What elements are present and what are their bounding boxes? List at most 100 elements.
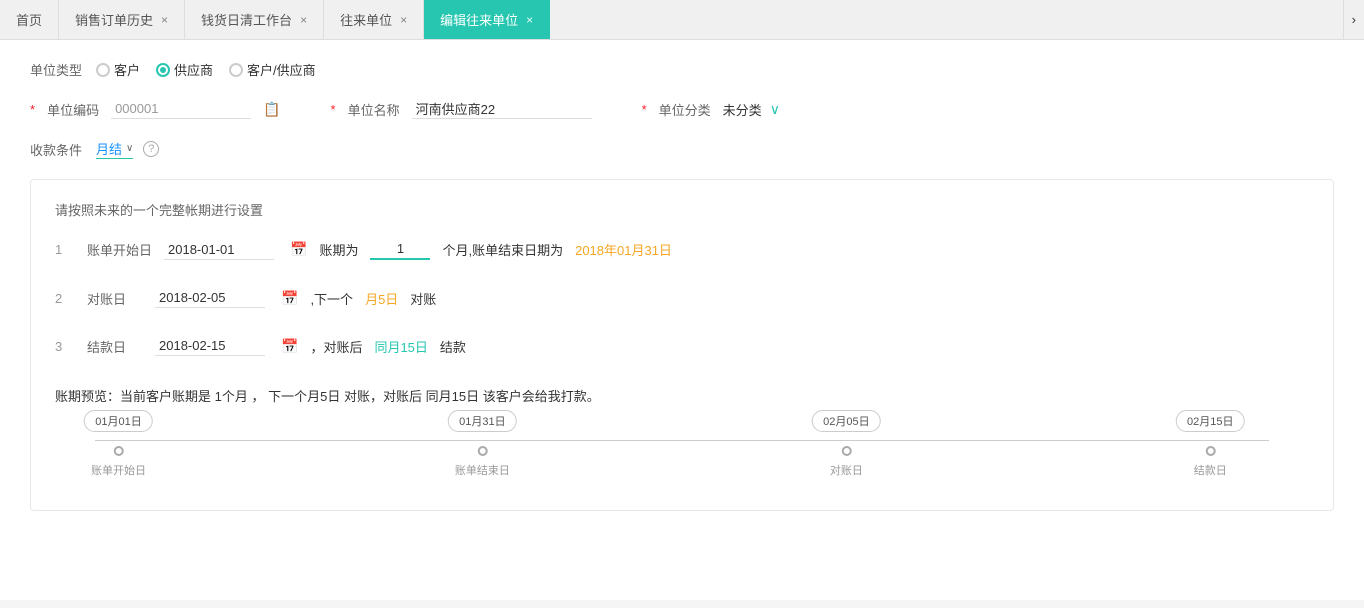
row-3-calendar-icon[interactable]: 📅 <box>281 338 298 355</box>
preview-part2: 下一个月5日 <box>268 389 340 404</box>
preview-suffix: 该客户会给我打款。 <box>483 389 600 404</box>
timeline-badge-2: 02月05日 <box>812 410 880 432</box>
preview-comma1: ， <box>252 389 265 404</box>
row-2-highlight-period: 月5日 <box>365 289 398 308</box>
timeline-dot-0 <box>113 446 123 456</box>
preview-middle: 对账，对账后 <box>344 389 422 404</box>
preview-section: 账期预览：当前客户账期是 1个月 ， 下一个月5日 对账，对账后 同月15日 该… <box>55 384 1309 410</box>
unit-type-row: 单位类型 客户 供应商 客户/供应商 <box>30 60 1334 79</box>
unit-name-input[interactable] <box>412 99 592 119</box>
timeline-point-1: 01月31日账单结束日 <box>448 410 516 478</box>
main-content: 单位类型 客户 供应商 客户/供应商 * 单位编码 📋 * 单位名称 <box>0 40 1364 600</box>
copy-icon[interactable]: 📋 <box>263 101 280 118</box>
row-3-suffix2: 结款 <box>440 337 466 356</box>
row-2-date-input[interactable] <box>155 288 265 308</box>
tab-cash-workbench[interactable]: 钱货日清工作台 × <box>185 0 324 39</box>
row-1-label: 账单开始日 <box>87 240 152 259</box>
unit-name-star: * <box>331 102 336 117</box>
unit-type-label: 单位类型 <box>30 60 82 79</box>
radio-supplier-label: 供应商 <box>174 60 213 79</box>
tab-bar: 首页 销售订单历史 × 钱货日清工作台 × 往来单位 × 编辑往来单位 × › <box>0 0 1364 40</box>
unit-name-group: * 单位名称 <box>331 99 592 119</box>
setting-row-1: 1 账单开始日 📅 账期为 个月,账单结束日期为 2018年01月31日 <box>55 239 1309 260</box>
row-1-period-input[interactable] <box>370 239 430 260</box>
row-1-suffix1: 账期为 <box>319 240 358 259</box>
row-1-highlight-date: 2018年01月31日 <box>575 240 672 259</box>
timeline-dot-2 <box>841 446 851 456</box>
timeline: 01月01日账单开始日01月31日账单结束日02月05日对账日02月15日结款日 <box>95 410 1269 490</box>
row-1-number: 1 <box>55 242 75 257</box>
timeline-label-3: 结款日 <box>1194 462 1227 478</box>
timeline-badge-0: 01月01日 <box>84 410 152 432</box>
radio-both[interactable]: 客户/供应商 <box>229 60 316 79</box>
tab-counterparty-close[interactable]: × <box>400 13 407 27</box>
row-3-date-input[interactable] <box>155 336 265 356</box>
row-3-number: 3 <box>55 339 75 354</box>
radio-supplier-circle <box>156 63 170 77</box>
unit-code-group: * 单位编码 📋 <box>30 99 281 119</box>
tab-cash-workbench-label: 钱货日清工作台 <box>201 10 292 29</box>
preview-part1: 1个月 <box>215 389 248 404</box>
row-3-suffix1: ，对账后 <box>310 337 362 356</box>
row-3-highlight-period: 同月15日 <box>374 337 427 356</box>
unit-category-star: * <box>642 102 647 117</box>
tab-cash-workbench-close[interactable]: × <box>300 13 307 27</box>
row-2-calendar-icon[interactable]: 📅 <box>281 290 298 307</box>
category-dropdown-icon[interactable]: ∨ <box>770 101 780 118</box>
settings-panel: 请按照未来的一个完整帐期进行设置 1 账单开始日 📅 账期为 个月,账单结束日期… <box>30 179 1334 511</box>
payment-value: 月结 <box>96 139 122 158</box>
row-3-label: 结款日 <box>87 337 143 356</box>
timeline-label-1: 账单结束日 <box>455 462 510 478</box>
unit-name-label: 单位名称 <box>348 100 400 119</box>
payment-row: 收款条件 月结 ∨ ? <box>30 139 1334 159</box>
tab-counterparty[interactable]: 往来单位 × <box>324 0 424 39</box>
payment-dropdown[interactable]: 月结 ∨ <box>96 139 133 159</box>
preview-prefix: 账期预览：当前客户账期是 <box>55 389 211 404</box>
tab-counterparty-label: 往来单位 <box>340 10 392 29</box>
tab-sales-history-label: 销售订单历史 <box>75 10 153 29</box>
unit-code-input[interactable] <box>111 99 251 119</box>
timeline-badge-1: 01月31日 <box>448 410 516 432</box>
timeline-label-0: 账单开始日 <box>91 462 146 478</box>
timeline-point-0: 01月01日账单开始日 <box>84 410 152 478</box>
row-2-suffix1: ,下一个 <box>310 289 353 308</box>
row-1-suffix2: 个月,账单结束日期为 <box>442 240 563 259</box>
unit-category-value: 未分类 <box>723 100 762 119</box>
tab-sales-history-close[interactable]: × <box>161 13 168 27</box>
timeline-dot-3 <box>1205 446 1215 456</box>
row-1-calendar-icon[interactable]: 📅 <box>290 241 307 258</box>
radio-customer-circle <box>96 63 110 77</box>
radio-both-circle <box>229 63 243 77</box>
unit-category-label: 单位分类 <box>659 100 711 119</box>
tab-sales-history[interactable]: 销售订单历史 × <box>59 0 185 39</box>
tab-edit-counterparty-close[interactable]: × <box>526 13 533 27</box>
setting-row-2: 2 对账日 📅 ,下一个 月5日 对账 <box>55 288 1309 308</box>
radio-customer[interactable]: 客户 <box>96 60 140 79</box>
tab-edit-counterparty-label: 编辑往来单位 <box>440 10 518 29</box>
row-1-date-input[interactable] <box>164 240 274 260</box>
timeline-label-2: 对账日 <box>830 462 863 478</box>
payment-chevron-icon: ∨ <box>126 143 133 154</box>
tab-home[interactable]: 首页 <box>0 0 59 39</box>
unit-category-group: * 单位分类 未分类 ∨ <box>642 100 780 119</box>
timeline-badge-3: 02月15日 <box>1176 410 1244 432</box>
unit-code-label: 单位编码 <box>47 100 99 119</box>
payment-label: 收款条件 <box>30 140 82 159</box>
row-2-suffix2: 对账 <box>410 289 436 308</box>
radio-supplier[interactable]: 供应商 <box>156 60 213 79</box>
chevron-right-icon: › <box>1352 12 1356 27</box>
tab-more-arrow[interactable]: › <box>1343 0 1364 39</box>
row-2-label: 对账日 <box>87 289 143 308</box>
radio-customer-label: 客户 <box>114 60 140 79</box>
payment-help-icon[interactable]: ? <box>143 141 159 157</box>
unit-code-star: * <box>30 102 35 117</box>
preview-part3: 同月15日 <box>426 389 479 404</box>
unit-info-row: * 单位编码 📋 * 单位名称 * 单位分类 未分类 ∨ <box>30 99 1334 119</box>
tab-edit-counterparty[interactable]: 编辑往来单位 × <box>424 0 550 39</box>
timeline-point-3: 02月15日结款日 <box>1176 410 1244 478</box>
panel-title: 请按照未来的一个完整帐期进行设置 <box>55 200 1309 219</box>
timeline-line <box>95 440 1269 441</box>
row-2-number: 2 <box>55 291 75 306</box>
radio-group-unit-type: 客户 供应商 客户/供应商 <box>96 60 316 79</box>
timeline-dot-1 <box>477 446 487 456</box>
